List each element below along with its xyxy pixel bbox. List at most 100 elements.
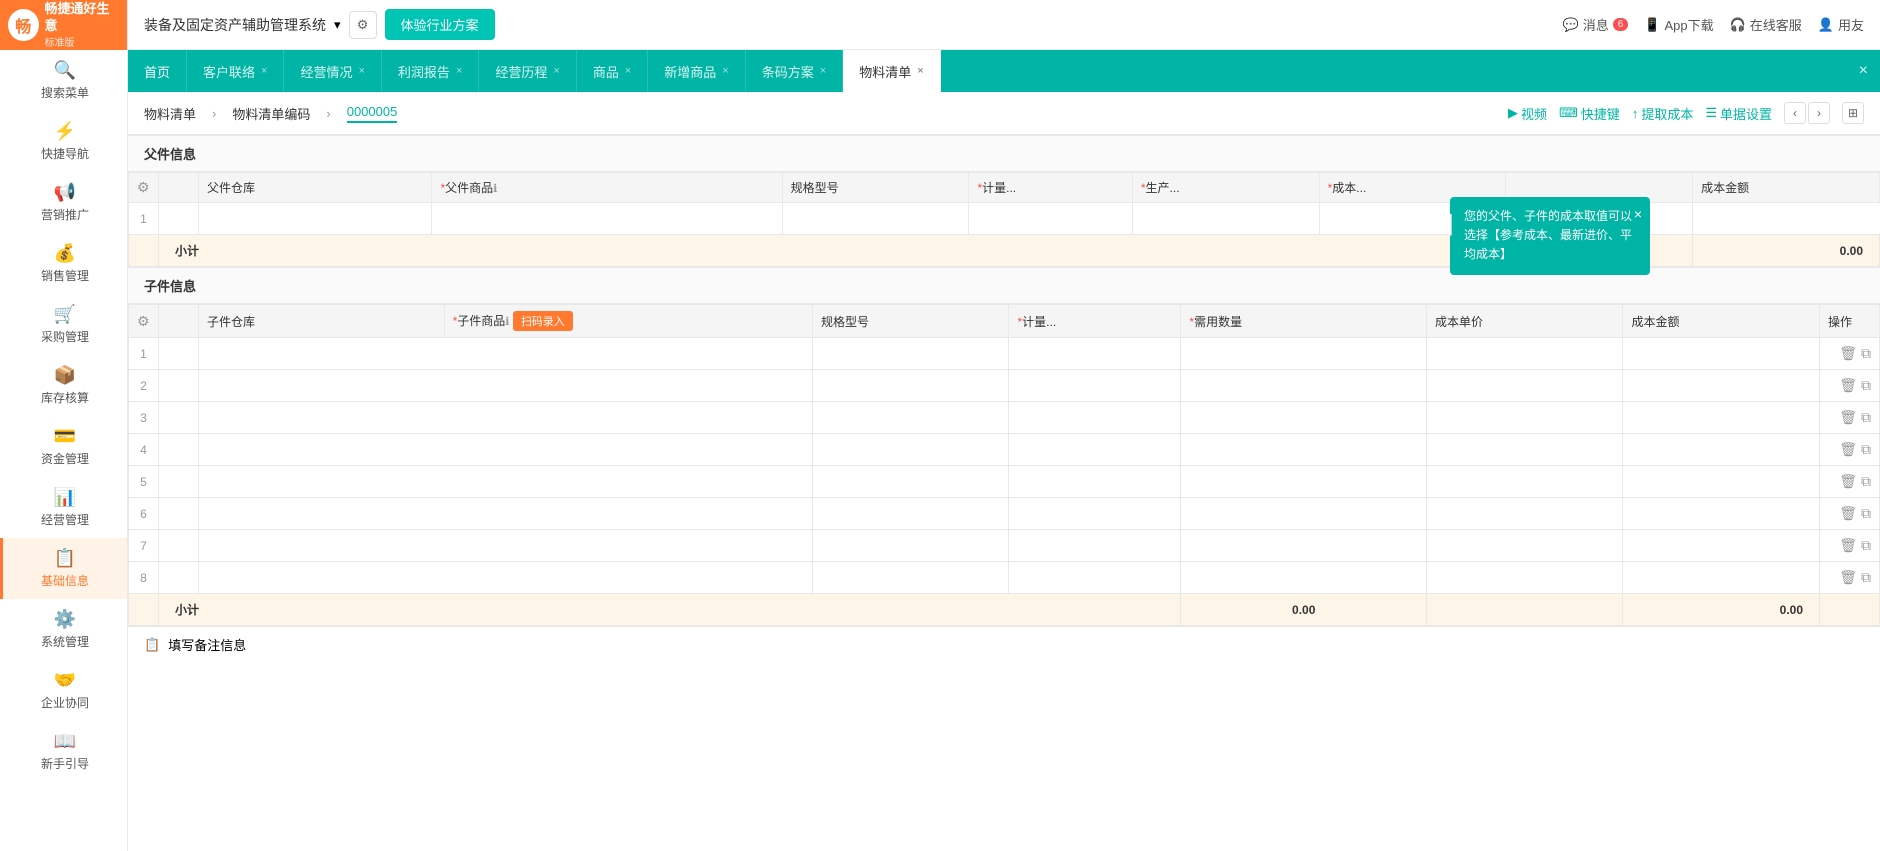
delete-icon-5[interactable]: 🗑 xyxy=(1839,473,1857,490)
tab-operations[interactable]: 经营情况 × xyxy=(284,50,381,92)
child-row-4-qty[interactable] xyxy=(1181,434,1427,466)
child-row-7-qty[interactable] xyxy=(1181,530,1427,562)
child-row-1-price[interactable] xyxy=(1427,338,1623,370)
tab-goods[interactable]: 商品 × xyxy=(577,50,648,92)
child-row-6-product[interactable] xyxy=(199,498,813,530)
parent-row-1-spec[interactable] xyxy=(432,203,782,235)
single-settings-btn[interactable]: ☰ 单据设置 xyxy=(1705,104,1772,123)
child-row-8-unit[interactable] xyxy=(1009,562,1181,594)
tab-new-goods-close[interactable]: × xyxy=(722,65,728,77)
sidebar-item-finance[interactable]: 💳 资金管理 xyxy=(0,416,127,477)
col-settings-icon[interactable]: ⚙ xyxy=(137,179,150,195)
sidebar-item-basic-info[interactable]: 📋 基础信息 xyxy=(0,538,127,599)
copy-icon-7[interactable]: ⧉ xyxy=(1861,537,1871,554)
message-button[interactable]: 💬 消息 6 xyxy=(1563,15,1629,34)
sidebar-item-operations[interactable]: 📊 经营管理 xyxy=(0,477,127,538)
tab-bom[interactable]: 物料清单 × xyxy=(843,50,940,92)
delete-icon-2[interactable]: 🗑 xyxy=(1839,377,1857,394)
delete-icon-8[interactable]: 🗑 xyxy=(1839,569,1857,586)
child-row-3-unit[interactable] xyxy=(1009,402,1181,434)
sidebar-item-enterprise[interactable]: 🤝 企业协同 xyxy=(0,660,127,721)
delete-icon-4[interactable]: 🗑 xyxy=(1839,441,1857,458)
child-row-3-qty[interactable] xyxy=(1181,402,1427,434)
online-service-button[interactable]: 🎧 在线客服 xyxy=(1730,15,1802,34)
child-row-1-qty[interactable] xyxy=(1181,338,1427,370)
parent-row-1-production[interactable] xyxy=(969,203,1132,235)
parent-row-1-product[interactable] xyxy=(199,203,432,235)
copy-icon-8[interactable]: ⧉ xyxy=(1861,569,1871,586)
view-btn[interactable]: ▶ 视频 xyxy=(1508,104,1547,123)
shortcut-btn[interactable]: ⌨ 快捷键 xyxy=(1559,104,1620,123)
child-row-2-spec[interactable] xyxy=(813,370,1009,402)
child-row-5-unit[interactable] xyxy=(1009,466,1181,498)
trial-button[interactable]: 体验行业方案 xyxy=(385,9,495,40)
parent-row-1-warehouse[interactable] xyxy=(159,203,199,235)
tab-bom-close[interactable]: × xyxy=(917,65,923,77)
tab-customers[interactable]: 客户联络 × xyxy=(187,50,284,92)
delete-icon-6[interactable]: 🗑 xyxy=(1839,505,1857,522)
parent-row-1-unit[interactable] xyxy=(782,203,969,235)
tab-customers-close[interactable]: × xyxy=(261,65,267,77)
child-row-4-spec[interactable] xyxy=(813,434,1009,466)
tab-profit[interactable]: 利润报告 × xyxy=(382,50,479,92)
child-row-6-warehouse[interactable] xyxy=(159,498,199,530)
child-row-3-warehouse[interactable] xyxy=(159,402,199,434)
sidebar-item-search[interactable]: 🔍 搜索菜单 xyxy=(0,50,127,111)
tab-barcode-close[interactable]: × xyxy=(820,65,826,77)
copy-icon-6[interactable]: ⧉ xyxy=(1861,505,1871,522)
user-menu[interactable]: 👤 用友 xyxy=(1818,15,1864,34)
child-row-6-price[interactable] xyxy=(1427,498,1623,530)
child-row-2-unit[interactable] xyxy=(1009,370,1181,402)
sidebar-item-guide[interactable]: 📖 新手引导 xyxy=(0,721,127,782)
tab-goods-close[interactable]: × xyxy=(625,65,631,77)
child-row-2-qty[interactable] xyxy=(1181,370,1427,402)
child-row-1-spec[interactable] xyxy=(813,338,1009,370)
settings-button[interactable]: ⚙ xyxy=(349,11,377,39)
sidebar-item-quick-nav[interactable]: ⚡ 快捷导航 xyxy=(0,111,127,172)
delete-icon-3[interactable]: 🗑 xyxy=(1839,409,1857,426)
child-row-5-warehouse[interactable] xyxy=(159,466,199,498)
child-row-3-price[interactable] xyxy=(1427,402,1623,434)
tab-barcode[interactable]: 条码方案 × xyxy=(746,50,843,92)
child-row-1-warehouse[interactable] xyxy=(159,338,199,370)
child-row-3-spec[interactable] xyxy=(813,402,1009,434)
child-row-2-product[interactable] xyxy=(199,370,813,402)
child-row-8-spec[interactable] xyxy=(813,562,1009,594)
child-row-5-qty[interactable] xyxy=(1181,466,1427,498)
copy-icon-3[interactable]: ⧉ xyxy=(1861,409,1871,426)
scan-button[interactable]: 扫码录入 xyxy=(513,311,573,331)
child-row-7-unit[interactable] xyxy=(1009,530,1181,562)
child-row-5-spec[interactable] xyxy=(813,466,1009,498)
child-row-7-spec[interactable] xyxy=(813,530,1009,562)
child-row-8-qty[interactable] xyxy=(1181,562,1427,594)
delete-icon-1[interactable]: 🗑 xyxy=(1839,345,1857,362)
child-row-6-unit[interactable] xyxy=(1009,498,1181,530)
delete-icon-7[interactable]: 🗑 xyxy=(1839,537,1857,554)
tab-operations-close[interactable]: × xyxy=(358,65,364,77)
sidebar-item-purchase[interactable]: 🛒 采购管理 xyxy=(0,294,127,355)
child-row-8-warehouse[interactable] xyxy=(159,562,199,594)
sidebar-item-marketing[interactable]: 📢 营销推广 xyxy=(0,172,127,233)
child-row-1-product[interactable] xyxy=(199,338,813,370)
tab-new-goods[interactable]: 新增商品 × xyxy=(648,50,745,92)
child-row-6-qty[interactable] xyxy=(1181,498,1427,530)
sidebar-item-sales[interactable]: 💰 销售管理 xyxy=(0,233,127,294)
system-dropdown[interactable]: ▾ xyxy=(334,17,341,33)
child-row-8-product[interactable] xyxy=(199,562,813,594)
sub-tab-code[interactable]: 0000005 xyxy=(347,104,398,123)
child-row-2-price[interactable] xyxy=(1427,370,1623,402)
child-row-7-warehouse[interactable] xyxy=(159,530,199,562)
copy-icon-4[interactable]: ⧉ xyxy=(1861,441,1871,458)
tab-profit-close[interactable]: × xyxy=(456,65,462,77)
child-row-5-product[interactable] xyxy=(199,466,813,498)
child-row-4-warehouse[interactable] xyxy=(159,434,199,466)
extract-cost-btn[interactable]: ↑ 提取成本 xyxy=(1632,104,1694,123)
copy-icon-5[interactable]: ⧉ xyxy=(1861,473,1871,490)
tab-history[interactable]: 经营历程 × xyxy=(479,50,576,92)
child-row-5-price[interactable] xyxy=(1427,466,1623,498)
child-row-3-product[interactable] xyxy=(199,402,813,434)
child-row-4-unit[interactable] xyxy=(1009,434,1181,466)
next-arrow[interactable]: › xyxy=(1808,102,1830,124)
sidebar-item-inventory[interactable]: 📦 库存核算 xyxy=(0,355,127,416)
grid-view-btn[interactable]: ⊞ xyxy=(1842,102,1864,124)
